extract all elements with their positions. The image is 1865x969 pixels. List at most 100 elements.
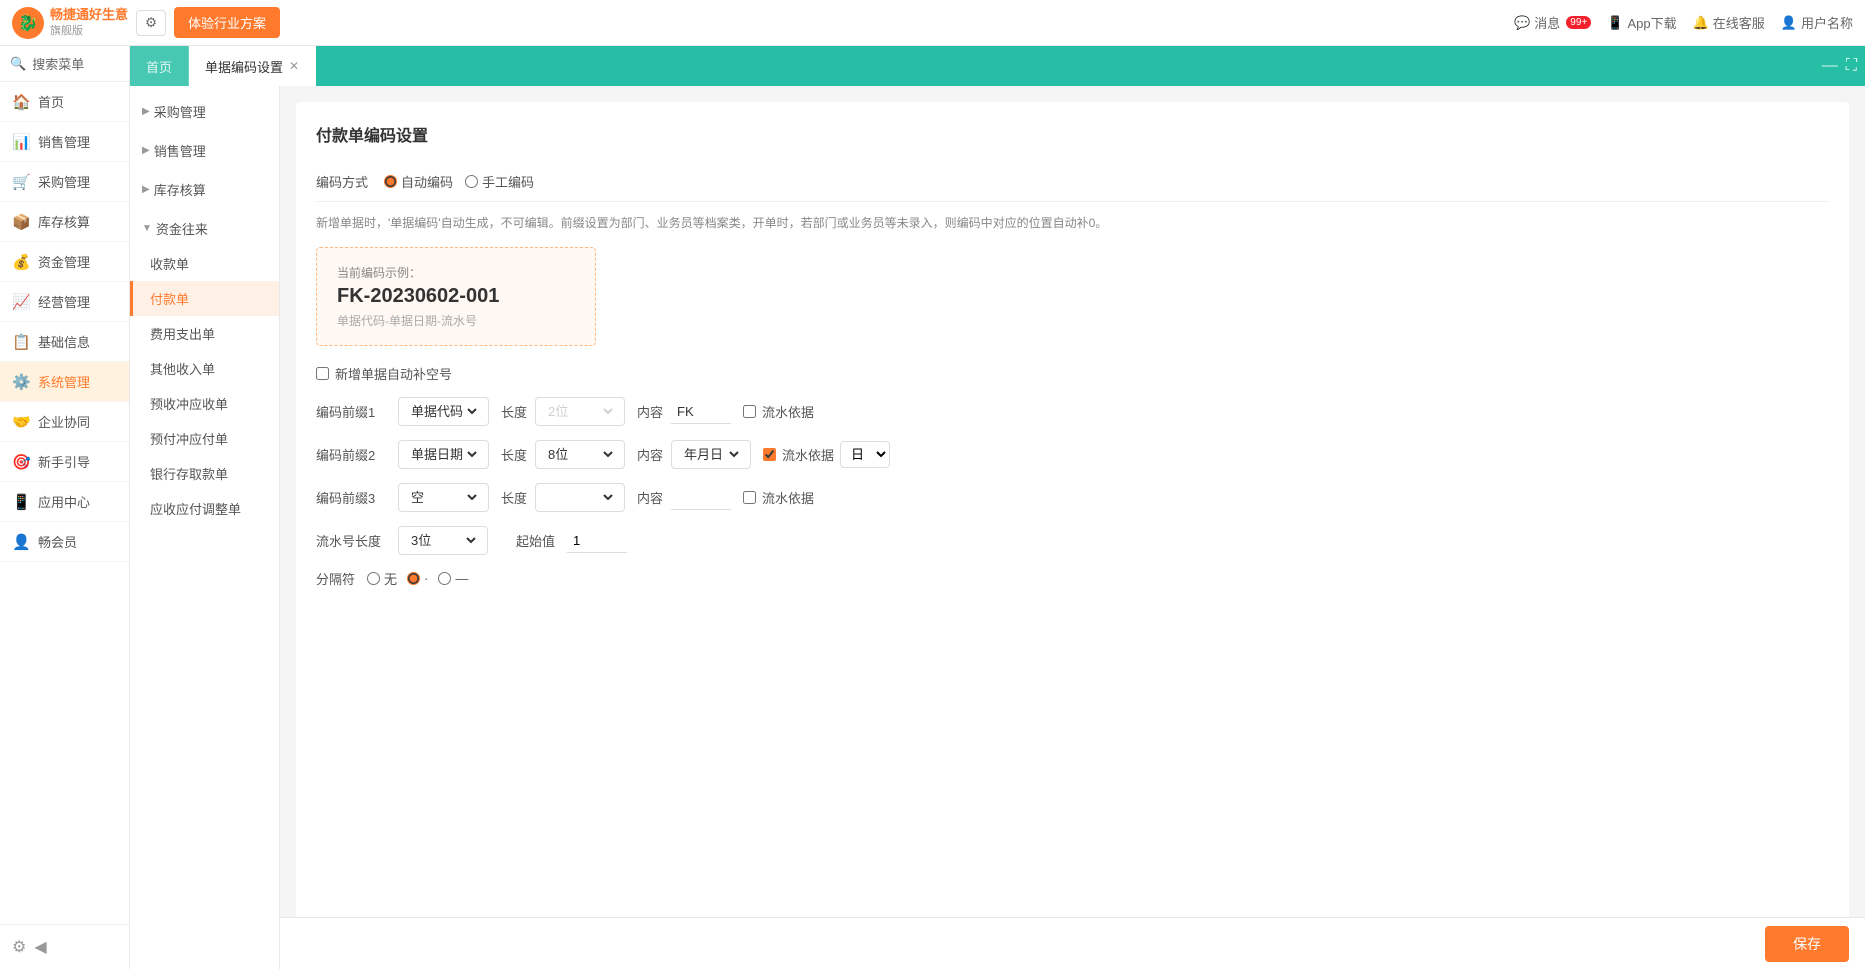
settings-button[interactable]: ⚙ (136, 10, 166, 36)
sidebar-bottom: ⚙ ◀ (0, 924, 129, 969)
length-1-select[interactable]: 2位 (535, 397, 625, 426)
sidebar-item-sales[interactable]: 📊 销售管理 (0, 122, 129, 162)
content-card: 付款单编码设置 编码方式 自动编码 手工编码 新增单据时，'单据编码'自动生成，… (296, 102, 1849, 931)
sub-item-prepay-offset[interactable]: 预收冲应收单 (130, 386, 279, 421)
sub-item-adjustment[interactable]: 应收应付调整单 (130, 491, 279, 526)
sub-item-expense[interactable]: 费用支出单 (130, 316, 279, 351)
serial-length-select[interactable]: 3位 4位 5位 (398, 526, 488, 555)
prefix-2-label: 编码前缀2 (316, 445, 386, 464)
sidebar-item-management[interactable]: 📈 经营管理 (0, 282, 129, 322)
sidebar-item-label: 系统管理 (38, 372, 90, 391)
sidebar-item-home[interactable]: 🏠 首页 (0, 82, 129, 122)
sep-dot-radio[interactable] (407, 572, 420, 585)
serial-length-row: 流水号长度 3位 4位 5位 起始值 (316, 526, 1829, 555)
serial-1-checkbox[interactable] (743, 405, 756, 418)
sub-group-purchase-header[interactable]: ▶ 采购管理 (130, 94, 279, 129)
serial-2-period-select[interactable]: 日 月 年 (840, 441, 890, 468)
inventory-icon: 📦 (12, 213, 30, 231)
start-value-input[interactable] (567, 529, 627, 553)
sidebar-gear-button[interactable]: ⚙ (12, 937, 26, 957)
apps-icon: 📱 (12, 493, 30, 511)
brand-sub: 旗舰版 (50, 22, 128, 38)
sidebar-collapse-button[interactable]: ◀ (34, 937, 46, 957)
sidebar-item-member[interactable]: 👤 畅会员 (0, 522, 129, 562)
sidebar-item-apps[interactable]: 📱 应用中心 (0, 482, 129, 522)
serial-length-select-input[interactable]: 3位 4位 5位 (407, 532, 479, 549)
content-1-input[interactable] (671, 400, 731, 424)
app-download-item[interactable]: 📱 App下载 (1607, 13, 1676, 32)
sidebar-item-label: 首页 (38, 92, 64, 111)
search-menu[interactable]: 🔍 搜索菜单 (0, 46, 129, 82)
prefix-3-select[interactable]: 空 单据代码 单据日期 (398, 483, 489, 512)
sidebar-item-label: 新手引导 (38, 452, 90, 471)
serial-2-checkbox[interactable] (763, 448, 776, 461)
auto-encoding-option[interactable]: 自动编码 (384, 172, 453, 191)
sub-item-receipt[interactable]: 收款单 (130, 246, 279, 281)
sub-item-label: 预付冲应付单 (150, 432, 228, 447)
prefix-1-select[interactable]: 单据代码 单据日期 空 (398, 397, 489, 426)
prefix-2-select[interactable]: 单据日期 单据代码 空 (398, 440, 489, 469)
encoding-method-row: 编码方式 自动编码 手工编码 (316, 162, 1829, 202)
sidebar-item-label: 企业协同 (38, 412, 90, 431)
prefix-2-select-input[interactable]: 单据日期 单据代码 空 (407, 446, 480, 463)
sidebar-item-collab[interactable]: 🤝 企业协同 (0, 402, 129, 442)
sub-item-bank[interactable]: 银行存取款单 (130, 456, 279, 491)
sub-item-label: 费用支出单 (150, 327, 215, 342)
length-2-select[interactable]: 8位 6位 4位 (535, 440, 625, 469)
content-2-label: 内容 (637, 445, 663, 464)
sidebar-item-guide[interactable]: 🎯 新手引导 (0, 442, 129, 482)
content-3-input[interactable] (671, 486, 731, 510)
prefix-1-select-input[interactable]: 单据代码 单据日期 空 (407, 403, 480, 420)
content-2-select[interactable]: 年月日 年月 年 (671, 440, 751, 469)
nav-maximize-button[interactable]: ⛶ (1846, 57, 1857, 75)
sub-item-payment[interactable]: 付款单 (130, 281, 279, 316)
serial-3-checkbox[interactable] (743, 491, 756, 504)
serial-2-label: 流水依据 (782, 445, 834, 464)
sidebar-item-system[interactable]: ⚙️ 系统管理 (0, 362, 129, 402)
auto-fill-checkbox[interactable] (316, 367, 329, 380)
tab-encoding-settings[interactable]: 单据编码设置 ✕ (189, 46, 316, 86)
sep-dash-option[interactable]: — (438, 571, 468, 586)
sub-group-inventory-header[interactable]: ▶ 库存核算 (130, 172, 279, 207)
service-item[interactable]: 🔔 在线客服 (1693, 13, 1765, 32)
manual-encoding-radio[interactable] (465, 175, 478, 188)
sidebar-item-inventory[interactable]: 📦 库存核算 (0, 202, 129, 242)
sub-group-sales-header[interactable]: ▶ 销售管理 (130, 133, 279, 168)
trial-button[interactable]: 体验行业方案 (174, 7, 280, 38)
length-3-select[interactable] (535, 483, 625, 512)
content-group-2: 内容 年月日 年月 年 (637, 440, 751, 469)
serial-group-2: 流水依据 日 月 年 (763, 441, 890, 468)
sep-dot-option[interactable]: · (407, 571, 428, 586)
auto-encoding-radio[interactable] (384, 175, 397, 188)
sep-none-option[interactable]: 无 (367, 569, 397, 588)
save-button[interactable]: 保存 (1765, 926, 1849, 962)
preview-desc: 单据代码-单据日期-流水号 (337, 312, 575, 329)
content-2-select-input[interactable]: 年月日 年月 年 (680, 446, 742, 463)
sidebar-item-basic[interactable]: 📋 基础信息 (0, 322, 129, 362)
length-3-select-input[interactable] (544, 489, 616, 506)
chevron-right-icon: ▶ (142, 145, 150, 156)
brand-name: 畅捷通好生意 (50, 7, 128, 23)
brand: 🐉 畅捷通好生意 旗舰版 (12, 7, 128, 39)
sidebar-item-purchase[interactable]: 🛒 采购管理 (0, 162, 129, 202)
chevron-right-icon: ▶ (142, 106, 150, 117)
sep-none-radio[interactable] (367, 572, 380, 585)
close-tab-icon[interactable]: ✕ (289, 59, 299, 73)
manual-encoding-option[interactable]: 手工编码 (465, 172, 534, 191)
search-label: 搜索菜单 (32, 54, 84, 73)
sub-item-other-income[interactable]: 其他收入单 (130, 351, 279, 386)
sidebar-item-finance[interactable]: 💰 资金管理 (0, 242, 129, 282)
sub-group-capital-header[interactable]: ▼ 资金往来 (130, 211, 279, 246)
nav-minimize-button[interactable]: — (1822, 57, 1838, 75)
tab-home[interactable]: 首页 (130, 46, 189, 86)
prefix-3-select-input[interactable]: 空 单据代码 单据日期 (407, 489, 480, 506)
tab-encoding-label: 单据编码设置 (205, 57, 283, 76)
length-2-select-input[interactable]: 8位 6位 4位 (544, 446, 616, 463)
message-item[interactable]: 💬 消息 99+ (1514, 13, 1591, 32)
guide-icon: 🎯 (12, 453, 30, 471)
user-item[interactable]: 👤 用户名称 (1781, 13, 1853, 32)
sub-item-advance-pay[interactable]: 预付冲应付单 (130, 421, 279, 456)
app-icon: 📱 (1607, 15, 1623, 31)
sep-dash-radio[interactable] (438, 572, 451, 585)
page-title: 付款单编码设置 (316, 122, 1829, 146)
